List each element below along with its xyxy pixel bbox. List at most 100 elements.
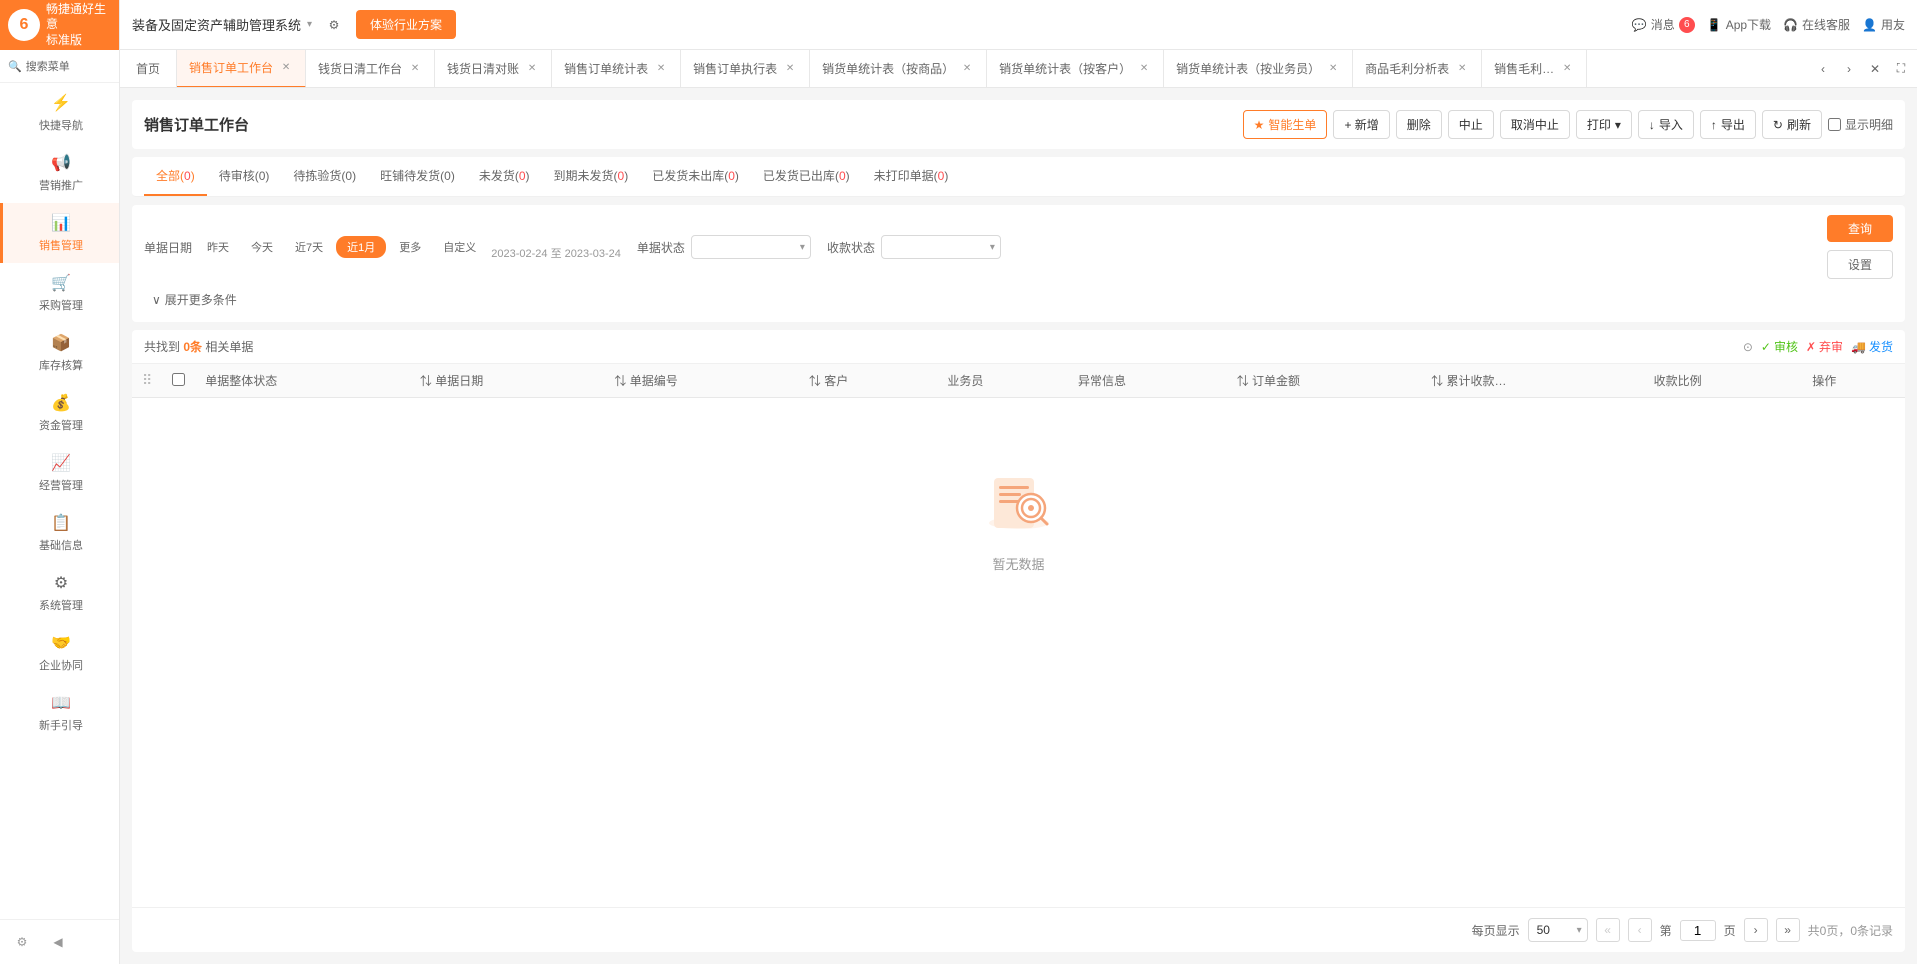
tab-close-sales-margin[interactable]: ✕ — [1560, 62, 1574, 76]
tab-close-all-btn[interactable]: ✕ — [1863, 57, 1887, 81]
sidebar-item-inventory[interactable]: 📦 库存核算 — [0, 323, 119, 383]
tab-gross-profit[interactable]: 商品毛利分析表 ✕ — [1353, 50, 1482, 88]
col-amount[interactable]: ⇅ 订单金额 — [1227, 364, 1421, 398]
filter-status-select[interactable] — [691, 235, 811, 259]
col-operation: 操作 — [1802, 364, 1905, 398]
tab-daily-reconciliation[interactable]: 钱货日清对账 ✕ — [435, 50, 552, 88]
page-content: 销售订单工作台 ★ 智能生单 + 新增 删除 中止 取消中止 打印 ▾ ↓ 导入 — [120, 88, 1917, 964]
tab-sales-by-product[interactable]: 销货单统计表（按商品） ✕ — [810, 50, 987, 88]
delete-btn[interactable]: 删除 — [1396, 110, 1442, 139]
empty-state: 暂无数据 — [132, 398, 1905, 633]
sub-tab-shipped-warehoused[interactable]: 已发货已出库(0) — [751, 157, 862, 196]
set-filter-btn[interactable]: 设置 — [1827, 250, 1893, 279]
tab-sales-order-stats[interactable]: 销售订单统计表 ✕ — [552, 50, 681, 88]
batch-ship-btn[interactable]: 🚚 发货 — [1851, 338, 1893, 355]
tab-close-order-exec[interactable]: ✕ — [783, 62, 797, 76]
page-number-input[interactable] — [1680, 920, 1716, 941]
smart-create-btn[interactable]: ★ 智能生单 — [1243, 110, 1328, 139]
sidebar-item-management[interactable]: 📈 经营管理 — [0, 443, 119, 503]
sidebar-item-marketing[interactable]: 📢 营销推广 — [0, 143, 119, 203]
tab-close-order-stats[interactable]: ✕ — [654, 62, 668, 76]
col-checkbox[interactable] — [162, 364, 195, 398]
tab-close-by-salesperson[interactable]: ✕ — [1326, 62, 1340, 76]
sub-tab-not-shipped[interactable]: 未发货(0) — [467, 157, 542, 196]
settings-bottom-btn[interactable]: ⚙ — [8, 928, 36, 956]
sub-tab-pending-inspection[interactable]: 待拣验货(0) — [281, 157, 368, 196]
expand-filter-btn[interactable]: ∨ 展开更多条件 — [144, 287, 245, 312]
sidebar-item-corp[interactable]: 🤝 企业协同 — [0, 623, 119, 683]
tab-close-gross-profit[interactable]: ✕ — [1455, 62, 1469, 76]
industry-solution-btn[interactable]: 体验行业方案 — [356, 10, 456, 39]
sub-tab-shop-pending-ship[interactable]: 旺铺待发货(0) — [368, 157, 467, 196]
tab-daily-clearance[interactable]: 钱货日清工作台 ✕ — [306, 50, 435, 88]
sub-tab-all[interactable]: 全部(0) — [144, 157, 207, 196]
tab-close-reconciliation[interactable]: ✕ — [525, 62, 539, 76]
online-service-btn[interactable]: 🎧 在线客服 — [1783, 16, 1850, 33]
sidebar-item-basic-info[interactable]: 📋 基础信息 — [0, 503, 119, 563]
tab-close-by-product[interactable]: ✕ — [960, 62, 974, 76]
query-btn[interactable]: 查询 — [1827, 215, 1893, 242]
tab-sales-order-exec[interactable]: 销售订单执行表 ✕ — [681, 50, 810, 88]
show-detail-label[interactable]: 显示明细 — [1828, 116, 1893, 133]
date-btn-more[interactable]: 更多 — [390, 236, 430, 258]
tab-scroll-left-btn[interactable]: ‹ — [1811, 57, 1835, 81]
sidebar-item-sales[interactable]: 📊 销售管理 — [0, 203, 119, 263]
refresh-btn[interactable]: ↻ 刷新 — [1762, 110, 1822, 139]
tab-sales-margin[interactable]: 销售毛利… ✕ — [1482, 50, 1587, 88]
messages-btn[interactable]: 💬 消息 6 — [1632, 16, 1695, 33]
col-accumulated[interactable]: ⇅ 累计收款… — [1421, 364, 1643, 398]
date-btn-yesterday[interactable]: 昨天 — [198, 236, 238, 258]
sidebar-item-quick-nav[interactable]: ⚡ 快捷导航 — [0, 83, 119, 143]
user-menu-btn[interactable]: 👤 用友 — [1862, 16, 1905, 33]
show-detail-checkbox[interactable] — [1828, 118, 1841, 131]
export-btn[interactable]: ↑ 导出 — [1700, 110, 1756, 139]
prev-page-btn[interactable]: ‹ — [1628, 918, 1652, 942]
col-date[interactable]: ⇅ 单据日期 — [410, 364, 604, 398]
sub-tab-pending-review[interactable]: 待审核(0) — [207, 157, 282, 196]
date-btn-custom[interactable]: 自定义 — [434, 236, 485, 258]
sidebar-bottom: ⚙ ◀ — [0, 919, 119, 964]
tab-scroll-right-btn[interactable]: › — [1837, 57, 1861, 81]
batch-check-btn[interactable]: ✓ 审核 — [1761, 338, 1798, 355]
date-btn-today[interactable]: 今天 — [242, 236, 282, 258]
col-customer[interactable]: ⇅ 客户 — [799, 364, 938, 398]
tab-sales-order-workbench[interactable]: 销售订单工作台 ✕ — [177, 50, 306, 88]
date-btn-7days[interactable]: 近7天 — [286, 236, 332, 258]
col-number[interactable]: ⇅ 单据编号 — [604, 364, 798, 398]
sidebar-item-guide[interactable]: 📖 新手引导 — [0, 683, 119, 743]
filter-payment-select[interactable] — [881, 235, 1001, 259]
sub-tab-overdue-not-shipped[interactable]: 到期未发货(0) — [542, 157, 641, 196]
date-btn-1month[interactable]: 近1月 — [336, 236, 386, 258]
tab-sales-by-salesperson[interactable]: 销货单统计表（按业务员） ✕ — [1164, 50, 1353, 88]
first-page-btn[interactable]: « — [1596, 918, 1620, 942]
stop-btn[interactable]: 中止 — [1448, 110, 1494, 139]
import-btn[interactable]: ↓ 导入 — [1638, 110, 1694, 139]
last-page-btn[interactable]: » — [1776, 918, 1800, 942]
tab-close-daily-clearance[interactable]: ✕ — [408, 62, 422, 76]
next-page-btn[interactable]: › — [1744, 918, 1768, 942]
sub-tab-shipped-not-warehoused[interactable]: 已发货未出库(0) — [640, 157, 751, 196]
batch-uncheck-btn[interactable]: ✗ 弃审 — [1806, 338, 1843, 355]
print-btn[interactable]: 打印 ▾ — [1576, 110, 1632, 139]
add-btn[interactable]: + 新增 — [1333, 110, 1389, 139]
sidebar-logo: 6 畅捷通好生意 标准版 — [0, 0, 119, 50]
tab-sales-by-customer[interactable]: 销货单统计表（按客户） ✕ — [987, 50, 1164, 88]
sidebar-item-finance[interactable]: 💰 资金管理 — [0, 383, 119, 443]
sidebar-item-purchase[interactable]: 🛒 采购管理 — [0, 263, 119, 323]
app-download-btn[interactable]: 📱 App下载 — [1707, 16, 1771, 33]
tab-home[interactable]: 首页 — [120, 50, 177, 88]
tab-close-by-customer[interactable]: ✕ — [1137, 62, 1151, 76]
filter-bar: 单据日期 昨天 今天 近7天 近1月 更多 自定义 2023-02-24 至 2… — [132, 205, 1905, 322]
collapse-btn[interactable]: ◀ — [44, 928, 72, 956]
per-page-select[interactable]: 50 10 20 100 — [1528, 918, 1588, 942]
sidebar-item-search[interactable]: 🔍 搜索菜单 — [0, 50, 119, 83]
sidebar-item-system[interactable]: ⚙ 系统管理 — [0, 563, 119, 623]
cancel-stop-btn[interactable]: 取消中止 — [1500, 110, 1570, 139]
select-all-checkbox[interactable] — [172, 373, 185, 386]
topbar-settings-btn[interactable]: ⚙ — [320, 11, 348, 39]
table-scroll[interactable]: ⠿ 单据整体状态 ⇅ 单据日期 — [132, 364, 1905, 907]
sub-tab-not-printed[interactable]: 未打印单据(0) — [862, 157, 961, 196]
tab-close-sales-order[interactable]: ✕ — [279, 61, 293, 75]
corp-icon: 🤝 — [51, 633, 71, 653]
tab-fullscreen-btn[interactable]: ⛶ — [1889, 57, 1913, 81]
